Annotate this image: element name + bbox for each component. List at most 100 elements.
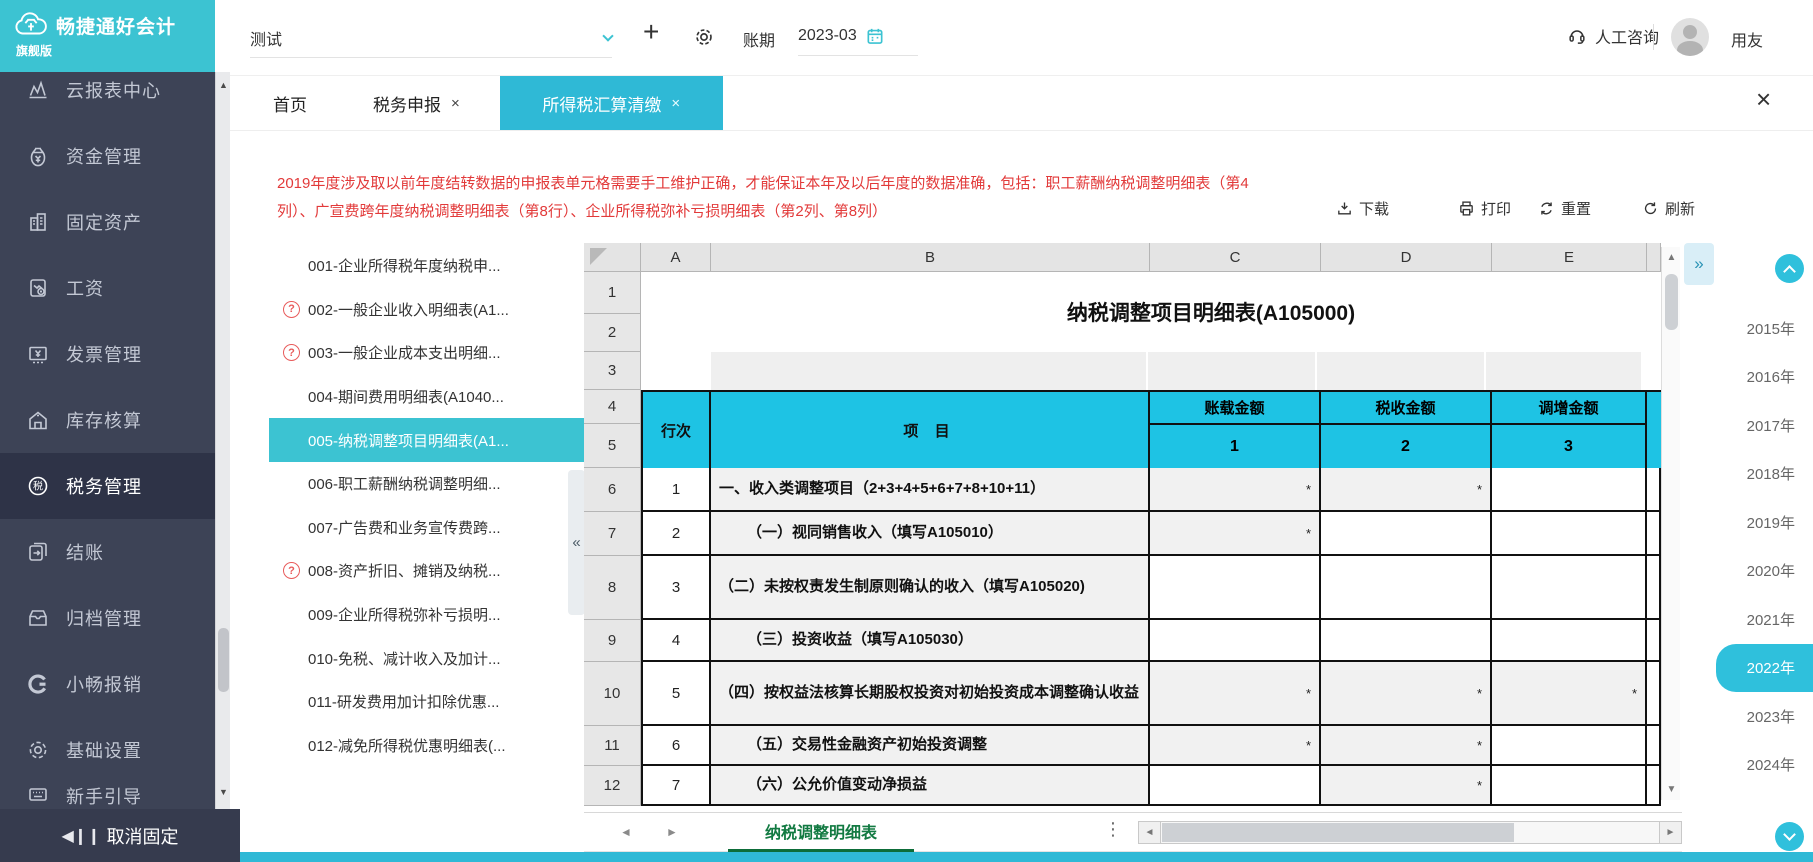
amount-cell-2[interactable]: * — [1321, 468, 1492, 512]
period-selector[interactable]: 2023-03 — [798, 16, 918, 56]
help-icon[interactable]: ? — [283, 562, 300, 580]
sidebar-scrollbar[interactable]: ▲ ▼ — [215, 72, 230, 809]
report-list-item[interactable]: ? 005-纳税调整项目明细表(A1... — [269, 418, 584, 462]
sidebar-item-expense[interactable]: 小畅报销 — [0, 651, 215, 717]
column-header-b[interactable]: B — [711, 243, 1150, 272]
amount-cell-1[interactable]: * — [1150, 726, 1321, 766]
sidebar-item-archive[interactable]: 归档管理 — [0, 585, 215, 651]
sheet-tab[interactable]: 纳税调整明细表 — [728, 813, 914, 852]
tab-income-tax-settlement[interactable]: 所得税汇算清缴 × — [499, 76, 723, 130]
column-header-c[interactable]: C — [1150, 243, 1321, 272]
year-item[interactable]: 2022年 — [1716, 643, 1813, 692]
amount-cell-2[interactable] — [1321, 512, 1492, 556]
sidebar-item-salary[interactable]: 工资 — [0, 255, 215, 321]
row-header[interactable]: 5 — [584, 424, 641, 468]
help-icon[interactable]: ? — [283, 344, 300, 362]
tab-tax-filing[interactable]: 税务申报 × — [347, 76, 486, 130]
sidebar-item-guide[interactable]: 新手引导 — [0, 783, 215, 809]
row-header[interactable]: 3 — [584, 352, 641, 390]
print-button[interactable]: 打印 — [1458, 198, 1511, 219]
column-header-d[interactable]: D — [1321, 243, 1492, 272]
amount-cell-3[interactable] — [1492, 620, 1647, 662]
horizontal-scroll-thumb[interactable] — [1162, 823, 1514, 842]
next-sheet-icon[interactable]: ► — [666, 825, 678, 839]
vertical-scroll-thumb[interactable] — [1665, 274, 1678, 330]
amount-cell-1[interactable] — [1150, 766, 1321, 806]
close-icon[interactable]: × — [451, 95, 460, 112]
row-header[interactable]: 8 — [584, 556, 641, 620]
support-button[interactable]: 人工咨询 — [1567, 24, 1659, 48]
report-list-item[interactable]: ? 004-期间费用明细表(A1040... — [269, 375, 584, 419]
sidebar-item-tax[interactable]: 税 税务管理 — [0, 453, 215, 519]
report-list-item[interactable]: ? 012-减免所得税优惠明细表(... — [269, 724, 584, 768]
account-set-selector[interactable]: 测试 — [250, 18, 614, 58]
year-item[interactable]: 2021年 — [1716, 595, 1813, 644]
select-all-corner[interactable] — [584, 243, 641, 272]
row-header[interactable]: 6 — [584, 468, 641, 512]
year-item[interactable]: 2018年 — [1716, 450, 1813, 499]
row-header[interactable]: 9 — [584, 620, 641, 662]
report-list-item[interactable]: ? 009-企业所得税弥补亏损明... — [269, 593, 584, 637]
sidebar-item-settings[interactable]: 基础设置 — [0, 717, 215, 783]
column-header-e[interactable]: E — [1492, 243, 1647, 272]
year-item[interactable]: 2015年 — [1716, 304, 1813, 353]
amount-cell-1[interactable] — [1150, 556, 1321, 620]
amount-cell-2[interactable]: * — [1321, 766, 1492, 806]
scroll-right-icon[interactable]: ► — [1659, 822, 1681, 843]
years-scroll-down[interactable] — [1775, 822, 1804, 851]
report-list-item[interactable]: ? 002-一般企业收入明细表(A1... — [269, 288, 584, 332]
row-header[interactable]: 11 — [584, 726, 641, 766]
amount-cell-2[interactable]: * — [1321, 662, 1492, 726]
sidebar-scroll-down-icon[interactable]: ▼ — [216, 787, 231, 797]
amount-cell-1[interactable]: * — [1150, 468, 1321, 512]
sidebar-item-fixed-assets[interactable]: 固定资产 — [0, 189, 215, 255]
collapse-panel-handle[interactable]: « — [568, 470, 585, 615]
sidebar-item-inventory[interactable]: 库存核算 — [0, 387, 215, 453]
help-icon[interactable]: ? — [283, 300, 300, 318]
amount-cell-1[interactable]: * — [1150, 512, 1321, 556]
download-button[interactable]: 下载 — [1336, 198, 1389, 219]
year-item[interactable]: 2020年 — [1716, 547, 1813, 596]
prev-sheet-icon[interactable]: ◄ — [620, 825, 632, 839]
sidebar-item-invoices[interactable]: 发票管理 — [0, 321, 215, 387]
row-header[interactable]: 10 — [584, 662, 641, 726]
row-header[interactable]: 7 — [584, 512, 641, 556]
report-list-item[interactable]: ? 006-职工薪酬纳税调整明细... — [269, 462, 584, 506]
more-sheets-icon[interactable]: ⋮ — [1104, 819, 1122, 840]
years-scroll-up[interactable] — [1775, 254, 1804, 283]
row-header[interactable]: 12 — [584, 766, 641, 806]
amount-cell-2[interactable]: * — [1321, 726, 1492, 766]
unpin-button[interactable]: ◀❙❙ 取消固定 — [0, 809, 240, 862]
amount-cell-1[interactable]: * — [1150, 662, 1321, 726]
sidebar-item-funds[interactable]: 资金管理 — [0, 123, 215, 189]
row-header[interactable]: 4 — [584, 390, 641, 424]
username[interactable]: 用友 — [1731, 27, 1763, 51]
add-tab-button[interactable]: + — [643, 16, 659, 48]
amount-cell-2[interactable] — [1321, 556, 1492, 620]
report-list-item[interactable]: ? 003-一般企业成本支出明细... — [269, 331, 584, 375]
close-panel-icon[interactable]: × — [1756, 84, 1771, 115]
amount-cell-3[interactable] — [1492, 512, 1647, 556]
gear-icon[interactable] — [693, 26, 715, 53]
sidebar-item-closing[interactable]: 结账 — [0, 519, 215, 585]
reset-button[interactable]: 重置 — [1538, 198, 1591, 219]
row-header[interactable]: 1 — [584, 272, 641, 314]
report-list-item[interactable]: ? 010-免税、减计收入及加计... — [269, 636, 584, 680]
amount-cell-3[interactable] — [1492, 468, 1647, 512]
amount-cell-3[interactable] — [1492, 766, 1647, 806]
app-logo[interactable]: 畅捷通好会计 旗舰版 — [0, 0, 215, 72]
row-header[interactable]: 2 — [584, 314, 641, 352]
close-icon[interactable]: × — [671, 95, 680, 112]
tab-home[interactable]: 首页 — [247, 76, 333, 130]
report-list-item[interactable]: ? 001-企业所得税年度纳税申... — [269, 244, 584, 288]
year-item[interactable]: 2024年 — [1716, 741, 1813, 790]
sidebar-scroll-up-icon[interactable]: ▲ — [216, 80, 231, 90]
report-list-item[interactable]: ? 011-研发费用加计扣除优惠... — [269, 680, 584, 724]
report-list-item[interactable]: ? 008-资产折旧、摊销及纳税... — [269, 549, 584, 593]
year-item[interactable]: 2017年 — [1716, 401, 1813, 450]
year-item[interactable]: 2019年 — [1716, 498, 1813, 547]
amount-cell-3[interactable] — [1492, 726, 1647, 766]
amount-cell-2[interactable] — [1321, 620, 1492, 662]
amount-cell-3[interactable]: * — [1492, 662, 1647, 726]
year-item[interactable]: 2023年 — [1716, 692, 1813, 741]
